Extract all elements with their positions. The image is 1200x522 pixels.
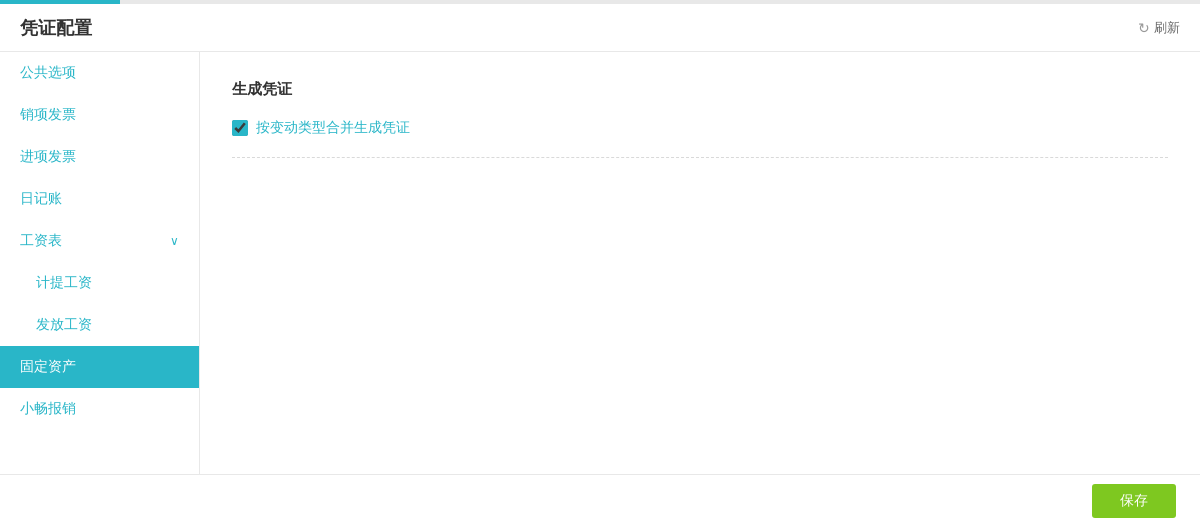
section-title: 生成凭证 (232, 80, 1168, 99)
section-divider (232, 157, 1168, 158)
refresh-icon: ↻ (1138, 20, 1150, 36)
sidebar-item-label-7: 固定资产 (20, 358, 76, 376)
checkbox-row: 按变动类型合并生成凭证 (232, 119, 1168, 137)
top-tab-bar (0, 0, 1200, 4)
sidebar-item-label-2: 进项发票 (20, 148, 76, 166)
top-tab-active-indicator (0, 0, 120, 4)
content-area: 生成凭证 按变动类型合并生成凭证 (200, 52, 1200, 474)
sidebar-item-label-5: 计提工资 (36, 274, 92, 292)
main-layout: 公共选项销项发票进项发票日记账工资表 ∨ 计提工资发放工资固定资产小畅报销 生成凭证… (0, 52, 1200, 474)
sidebar-item-3[interactable]: 日记账 (0, 178, 199, 220)
page-footer: 保存 (0, 474, 1200, 522)
sidebar-item-label-6: 发放工资 (36, 316, 92, 334)
sidebar-item-5[interactable]: 计提工资 (0, 262, 199, 304)
sidebar: 公共选项销项发票进项发票日记账工资表 ∨ 计提工资发放工资固定资产小畅报销 (0, 52, 200, 474)
save-button[interactable]: 保存 (1092, 484, 1176, 518)
merge-voucher-checkbox[interactable] (232, 120, 248, 136)
refresh-label: 刷新 (1154, 19, 1180, 37)
sidebar-item-7[interactable]: 固定资产 (0, 346, 199, 388)
sidebar-item-label-8: 小畅报销 (20, 400, 76, 418)
sidebar-item-4[interactable]: 工资表 ∨ (0, 220, 199, 262)
sidebar-item-1[interactable]: 销项发票 (0, 94, 199, 136)
sidebar-item-2[interactable]: 进项发票 (0, 136, 199, 178)
sidebar-item-label-4: 工资表 (20, 232, 62, 250)
sidebar-item-label-1: 销项发票 (20, 106, 76, 124)
page-title: 凭证配置 (20, 16, 92, 40)
sidebar-item-8[interactable]: 小畅报销 (0, 388, 199, 430)
sidebar-item-label-0: 公共选项 (20, 64, 76, 82)
sidebar-item-0[interactable]: 公共选项 (0, 52, 199, 94)
chevron-down-icon: ∨ (170, 234, 179, 248)
merge-voucher-label[interactable]: 按变动类型合并生成凭证 (256, 119, 410, 137)
sidebar-item-label-3: 日记账 (20, 190, 62, 208)
page-header: 凭证配置 ↻ 刷新 (0, 4, 1200, 52)
refresh-button[interactable]: ↻ 刷新 (1138, 19, 1180, 37)
sidebar-item-6[interactable]: 发放工资 (0, 304, 199, 346)
